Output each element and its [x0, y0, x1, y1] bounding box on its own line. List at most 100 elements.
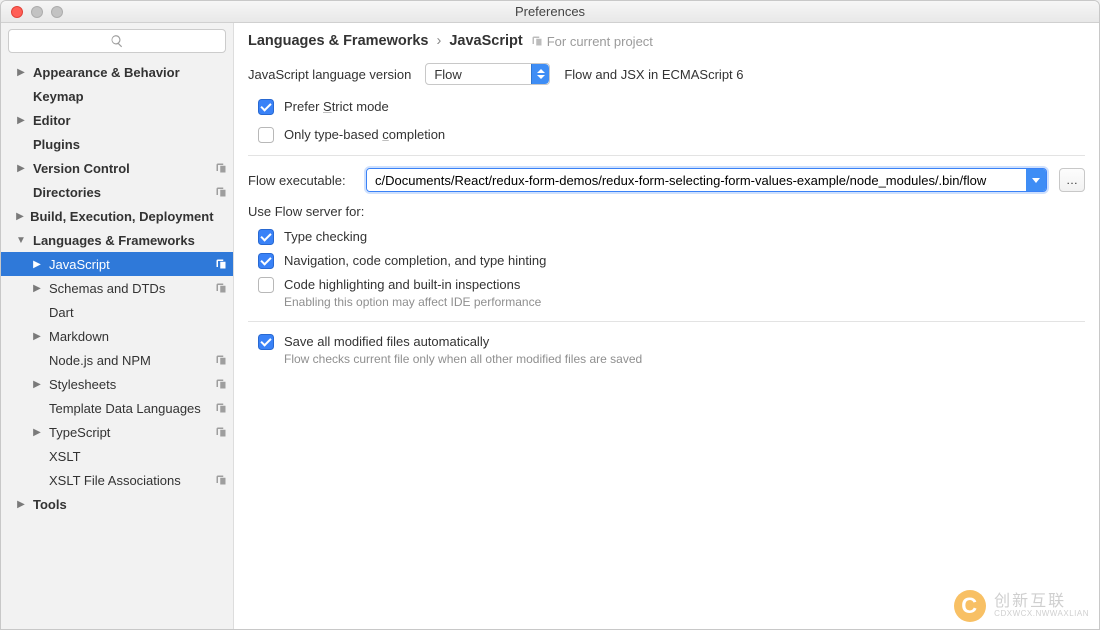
project-scope-icon	[211, 354, 227, 366]
sidebar-item-dart[interactable]: Dart	[1, 300, 233, 324]
chevron-right-icon[interactable]: ▶	[15, 115, 27, 126]
strict-mode-checkbox[interactable]	[258, 99, 274, 115]
sidebar-item-languages-frameworks[interactable]: ▼ Languages & Frameworks	[1, 228, 233, 252]
crumb-current: JavaScript	[449, 33, 522, 49]
chevron-down-icon[interactable]: ▼	[15, 235, 27, 246]
chevron-right-icon[interactable]: ▶	[15, 499, 27, 510]
window-title: Preferences	[1, 4, 1099, 19]
sidebar-item-build-execution-deployment[interactable]: ▶ Build, Execution, Deployment	[1, 204, 233, 228]
strict-mode-label: Prefer Strict mode	[284, 99, 389, 115]
sidebar-item-label: Dart	[49, 305, 211, 320]
chevron-right-icon[interactable]: ▶	[15, 211, 25, 222]
sidebar: ▶ Appearance & Behavior Keymap ▶ Editor Plugi…	[1, 23, 234, 629]
autosave-sublabel: Flow checks current file only when all o…	[284, 352, 642, 366]
use-flow-label: Use Flow server for:	[248, 204, 1085, 219]
chevron-right-icon[interactable]: ▶	[31, 259, 43, 270]
project-scope-icon	[211, 402, 227, 414]
chevron-down-icon[interactable]	[1026, 169, 1046, 191]
watermark: 创新互联 CDXWCX.NWWAXLIAN	[954, 590, 1089, 622]
chevron-right-icon[interactable]: ▶	[31, 331, 43, 342]
chevron-right-icon: ›	[437, 33, 442, 49]
project-scope-icon	[211, 186, 227, 198]
nav-completion-label: Navigation, code completion, and type hi…	[284, 253, 546, 269]
flow-exec-input[interactable]	[367, 169, 1026, 191]
autosave-label: Save all modified files automatically	[284, 334, 642, 350]
sidebar-item-plugins[interactable]: Plugins	[1, 132, 233, 156]
scope-badge: For current project	[531, 34, 653, 49]
chevron-right-icon[interactable]: ▶	[15, 67, 27, 78]
sidebar-item-appearance-behavior[interactable]: ▶ Appearance & Behavior	[1, 60, 233, 84]
copy-icon	[531, 35, 543, 47]
lang-version-label: JavaScript language version	[248, 67, 411, 82]
highlighting-label: Code highlighting and built-in inspectio…	[284, 277, 541, 293]
chevron-right-icon[interactable]: ▶	[31, 379, 43, 390]
project-scope-icon	[211, 162, 227, 174]
browse-button[interactable]: …	[1059, 168, 1085, 192]
flow-exec-label: Flow executable:	[248, 173, 354, 188]
type-checking-label: Type checking	[284, 229, 367, 245]
sidebar-item-label: XSLT File Associations	[49, 473, 211, 488]
sidebar-item-label: Editor	[33, 113, 211, 128]
sidebar-item-typescript[interactable]: ▶ TypeScript	[1, 420, 233, 444]
preferences-window: Preferences ▶ Appearance & Behavior Keymap…	[0, 0, 1100, 630]
type-only-checkbox[interactable]	[258, 127, 274, 143]
search-icon	[110, 34, 124, 48]
project-scope-icon	[211, 426, 227, 438]
crumb-parent[interactable]: Languages & Frameworks	[248, 33, 429, 49]
sidebar-item-label: Directories	[33, 185, 211, 200]
sidebar-item-label: Tools	[33, 497, 211, 512]
sidebar-item-label: Plugins	[33, 137, 211, 152]
sidebar-item-label: XSLT	[49, 449, 211, 464]
sidebar-item-label: Version Control	[33, 161, 211, 176]
lang-version-select[interactable]: Flow	[425, 63, 550, 85]
project-scope-icon	[211, 258, 227, 270]
sidebar-item-keymap[interactable]: Keymap	[1, 84, 233, 108]
chevron-right-icon[interactable]: ▶	[31, 283, 43, 294]
autosave-checkbox[interactable]	[258, 334, 274, 350]
lang-version-note: Flow and JSX in ECMAScript 6	[564, 67, 743, 82]
sidebar-item-label: Stylesheets	[49, 377, 211, 392]
sidebar-item-label: Schemas and DTDs	[49, 281, 211, 296]
category-tree[interactable]: ▶ Appearance & Behavior Keymap ▶ Editor Plugi…	[1, 60, 233, 629]
main-panel: Languages & Frameworks › JavaScript For …	[234, 23, 1099, 629]
breadcrumb: Languages & Frameworks › JavaScript For …	[248, 33, 1085, 49]
sidebar-item-xslt-file-associations[interactable]: XSLT File Associations	[1, 468, 233, 492]
sidebar-item-markdown[interactable]: ▶ Markdown	[1, 324, 233, 348]
sidebar-item-label: JavaScript	[49, 257, 211, 272]
sidebar-item-label: Markdown	[49, 329, 211, 344]
sidebar-item-version-control[interactable]: ▶ Version Control	[1, 156, 233, 180]
sidebar-item-directories[interactable]: Directories	[1, 180, 233, 204]
sidebar-item-label: Keymap	[33, 89, 211, 104]
sidebar-item-label: Build, Execution, Deployment	[30, 209, 213, 224]
sidebar-item-stylesheets[interactable]: ▶ Stylesheets	[1, 372, 233, 396]
project-scope-icon	[211, 378, 227, 390]
nav-completion-checkbox[interactable]	[258, 253, 274, 269]
titlebar: Preferences	[1, 1, 1099, 23]
divider	[248, 155, 1085, 156]
project-scope-icon	[211, 282, 227, 294]
search-input[interactable]	[8, 29, 226, 53]
sidebar-item-schemas-and-dtds[interactable]: ▶ Schemas and DTDs	[1, 276, 233, 300]
highlighting-checkbox[interactable]	[258, 277, 274, 293]
type-only-label: Only type-based completion	[284, 127, 445, 143]
type-checking-checkbox[interactable]	[258, 229, 274, 245]
highlighting-sublabel: Enabling this option may affect IDE perf…	[284, 295, 541, 309]
sidebar-item-label: Languages & Frameworks	[33, 233, 211, 248]
sidebar-item-label: TypeScript	[49, 425, 211, 440]
chevron-right-icon[interactable]: ▶	[15, 163, 27, 174]
sidebar-item-tools[interactable]: ▶ Tools	[1, 492, 233, 516]
sidebar-item-editor[interactable]: ▶ Editor	[1, 108, 233, 132]
sidebar-item-label: Node.js and NPM	[49, 353, 211, 368]
sidebar-item-xslt[interactable]: XSLT	[1, 444, 233, 468]
chevron-right-icon[interactable]: ▶	[31, 427, 43, 438]
sidebar-item-node-js-and-npm[interactable]: Node.js and NPM	[1, 348, 233, 372]
chevron-updown-icon	[531, 64, 549, 84]
sidebar-item-label: Appearance & Behavior	[33, 65, 211, 80]
sidebar-item-label: Template Data Languages	[49, 401, 211, 416]
divider	[248, 321, 1085, 322]
flow-exec-field[interactable]	[366, 168, 1047, 192]
project-scope-icon	[211, 474, 227, 486]
sidebar-item-template-data-languages[interactable]: Template Data Languages	[1, 396, 233, 420]
sidebar-item-javascript[interactable]: ▶ JavaScript	[1, 252, 233, 276]
watermark-logo-icon	[954, 590, 986, 622]
